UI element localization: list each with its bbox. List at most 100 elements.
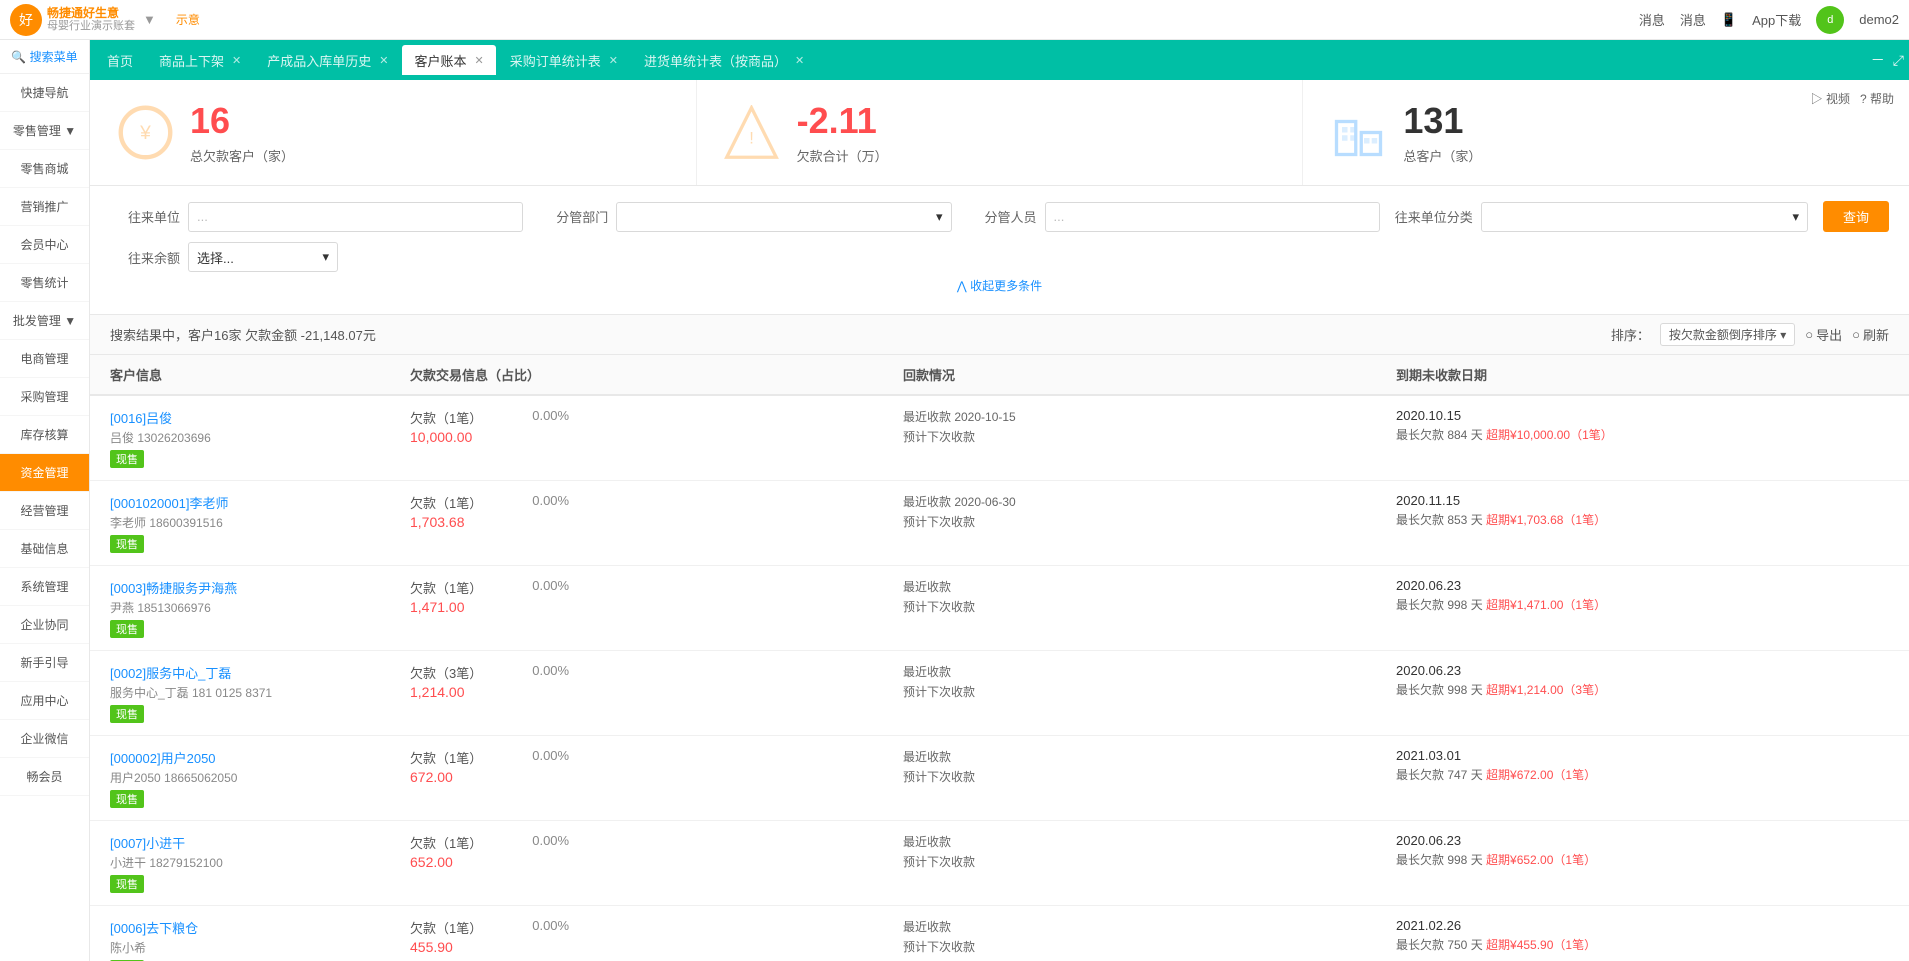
debt-count: 欠款（1笔）: [410, 833, 482, 852]
customer-name[interactable]: [0016]吕俊: [110, 408, 410, 427]
sidebar-item-ecommerce[interactable]: 电商管理: [0, 340, 89, 378]
refresh-btn[interactable]: ○ 刷新: [1852, 325, 1889, 344]
filter-row-2: 往来余额 选择... ▾: [110, 242, 1889, 272]
sidebar-item-appcenter[interactable]: 应用中心: [0, 682, 89, 720]
debt-amount[interactable]: 652.00: [410, 854, 482, 870]
customer-name[interactable]: [000002]用户2050: [110, 748, 410, 767]
sort-select[interactable]: 按欠款金额倒序排序 ▾: [1660, 323, 1795, 346]
overdue-link[interactable]: 超期¥1,471.00（1笔）: [1486, 598, 1606, 612]
tab-products-close[interactable]: ✕: [232, 54, 241, 67]
debt-count: 欠款（1笔）: [410, 578, 482, 597]
customer-name[interactable]: [0003]畅捷服务尹海燕: [110, 578, 410, 597]
max-days: 最长欠款 853 天 超期¥1,703.68（1笔）: [1396, 511, 1889, 528]
tab-customer-account[interactable]: 客户账本 ✕: [402, 45, 495, 75]
due-date: 2020.06.23: [1396, 833, 1889, 848]
refresh-icon: ○: [1852, 327, 1860, 342]
sidebar-item-retail-stats[interactable]: 零售统计: [0, 264, 89, 302]
tab-customer-account-label: 客户账本: [414, 51, 466, 70]
sidebar-item-business[interactable]: 经营管理: [0, 492, 89, 530]
sidebar-item-enterprise-wx[interactable]: 企业微信: [0, 720, 89, 758]
debt-info-cell: 欠款（1笔） 652.00 0.00%: [410, 833, 903, 870]
debt-amount[interactable]: 455.90: [410, 939, 482, 955]
sidebar-item-retail-mall[interactable]: 零售商城: [0, 150, 89, 188]
overdue-link[interactable]: 超期¥455.90（1笔）: [1486, 938, 1596, 952]
tab-import-stats[interactable]: 进货单统计表（按商品） ✕: [632, 45, 816, 75]
svg-text:¥: ¥: [139, 123, 151, 144]
customer-tag: 现售: [110, 620, 144, 638]
debt-amount[interactable]: 672.00: [410, 769, 482, 785]
sidebar-item-vip[interactable]: 畅会员: [0, 758, 89, 796]
customer-info-cell: [0003]畅捷服务尹海燕 尹燕 18513066976 现售: [110, 578, 410, 638]
overdue-link[interactable]: 超期¥672.00（1笔）: [1486, 768, 1596, 782]
search-button[interactable]: 查询: [1823, 201, 1889, 232]
customer-name[interactable]: [0006]去下粮仓: [110, 918, 410, 937]
tab-purchase-stats-close[interactable]: ✕: [609, 54, 618, 67]
overdue-link[interactable]: 超期¥652.00（1笔）: [1486, 853, 1596, 867]
tab-customer-account-close[interactable]: ✕: [475, 54, 484, 67]
overdue-link[interactable]: 超期¥1,703.68（1笔）: [1486, 513, 1606, 527]
sidebar-item-member[interactable]: 会员中心: [0, 226, 89, 264]
debt-amount[interactable]: 1,214.00: [410, 684, 482, 700]
debt-percent: 0.00%: [532, 663, 569, 678]
total-customers-icon: [1328, 103, 1388, 163]
sidebar-item-basic[interactable]: 基础信息: [0, 530, 89, 568]
sidebar-item-purchase[interactable]: 采购管理: [0, 378, 89, 416]
filter-category-select[interactable]: ▾: [1481, 202, 1808, 232]
sidebar-item-retail-mgmt[interactable]: 零售管理 ▼: [0, 112, 89, 150]
app-download-btn[interactable]: App下载: [1752, 10, 1801, 29]
tab-production-close[interactable]: ✕: [379, 54, 388, 67]
debt-amount[interactable]: 1,703.68: [410, 514, 482, 530]
debt-count: 欠款（1笔）: [410, 493, 482, 512]
tab-production[interactable]: 产成品入库单历史 ✕: [255, 45, 400, 75]
sidebar-item-batch-mgmt[interactable]: 批发管理 ▼: [0, 302, 89, 340]
sidebar-item-label: 快捷导航: [20, 86, 68, 100]
filter-customer: 往来单位 ...: [110, 202, 523, 232]
minimize-btn[interactable]: －: [1871, 50, 1885, 70]
video-btn[interactable]: ▷ 视频: [1811, 90, 1850, 107]
debt-amount[interactable]: 1,471.00: [410, 599, 482, 615]
sidebar-item-enterprise[interactable]: 企业协同: [0, 606, 89, 644]
sidebar-item-inventory[interactable]: 库存核算: [0, 416, 89, 454]
message-label[interactable]: 消息: [1680, 10, 1706, 29]
stat-card-total-customers: ▷ 视频 ? 帮助: [1303, 80, 1909, 185]
customer-name[interactable]: [0001020001]李老师: [110, 493, 410, 512]
next-payment: 预计下次收款: [903, 598, 1396, 615]
tab-purchase-stats[interactable]: 采购订单统计表 ✕: [498, 45, 630, 75]
export-btn[interactable]: ○ 导出: [1805, 325, 1842, 344]
sidebar-item-finance[interactable]: 资金管理: [0, 454, 89, 492]
stat-content-debt: 16 总欠款客户（家）: [190, 100, 294, 165]
expand-icon[interactable]: ▼: [143, 12, 156, 27]
collapse-btn[interactable]: ⋀ 收起更多条件: [110, 272, 1889, 299]
debt-amount[interactable]: 10,000.00: [410, 429, 482, 445]
customer-info-cell: [000002]用户2050 用户2050 18665062050 现售: [110, 748, 410, 808]
sidebar-item-quicknav[interactable]: 快捷导航: [0, 74, 89, 112]
stats-row: ¥ 16 总欠款客户（家） !: [90, 80, 1909, 186]
customer-name[interactable]: [0007]小进干: [110, 833, 410, 852]
table-row: [0002]服务中心_丁磊 服务中心_丁磊 181 0125 8371 现售 欠…: [90, 651, 1909, 736]
sidebar-item-system[interactable]: 系统管理: [0, 568, 89, 606]
tab-import-stats-close[interactable]: ✕: [795, 54, 804, 67]
filter-customer-input[interactable]: ...: [188, 202, 523, 232]
payment-cell: 最近收款 预计下次收款: [903, 748, 1396, 785]
overdue-link[interactable]: 超期¥10,000.00（1笔）: [1486, 428, 1613, 442]
sort-label: 排序：: [1611, 325, 1650, 344]
col-payment: 回款情况: [903, 365, 1396, 384]
maximize-btn[interactable]: ⤢: [1893, 52, 1904, 69]
filter-dept-select[interactable]: ▾: [616, 202, 951, 232]
tab-products[interactable]: 商品上下架 ✕: [147, 45, 253, 75]
message-btn[interactable]: 消息: [1639, 10, 1665, 29]
filter-person-input[interactable]: ...: [1045, 202, 1380, 232]
sidebar-item-marketing[interactable]: 营销推广: [0, 188, 89, 226]
avatar[interactable]: d: [1816, 6, 1844, 34]
debt-customers-icon: ¥: [115, 103, 175, 163]
tab-home[interactable]: 首页: [95, 45, 145, 75]
col-duedate: 到期未收款日期: [1396, 365, 1889, 384]
help-btn[interactable]: ? 帮助: [1860, 90, 1894, 107]
sidebar-search[interactable]: 🔍 搜索菜单: [0, 40, 89, 74]
filter-balance-select[interactable]: 选择... ▾: [188, 242, 338, 272]
customer-name[interactable]: [0002]服务中心_丁磊: [110, 663, 410, 682]
page-content: ¥ 16 总欠款客户（家） !: [90, 80, 1909, 961]
filter-person: 分管人员 ...: [967, 202, 1380, 232]
overdue-link[interactable]: 超期¥1,214.00（3笔）: [1486, 683, 1606, 697]
sidebar-item-newbie[interactable]: 新手引导: [0, 644, 89, 682]
